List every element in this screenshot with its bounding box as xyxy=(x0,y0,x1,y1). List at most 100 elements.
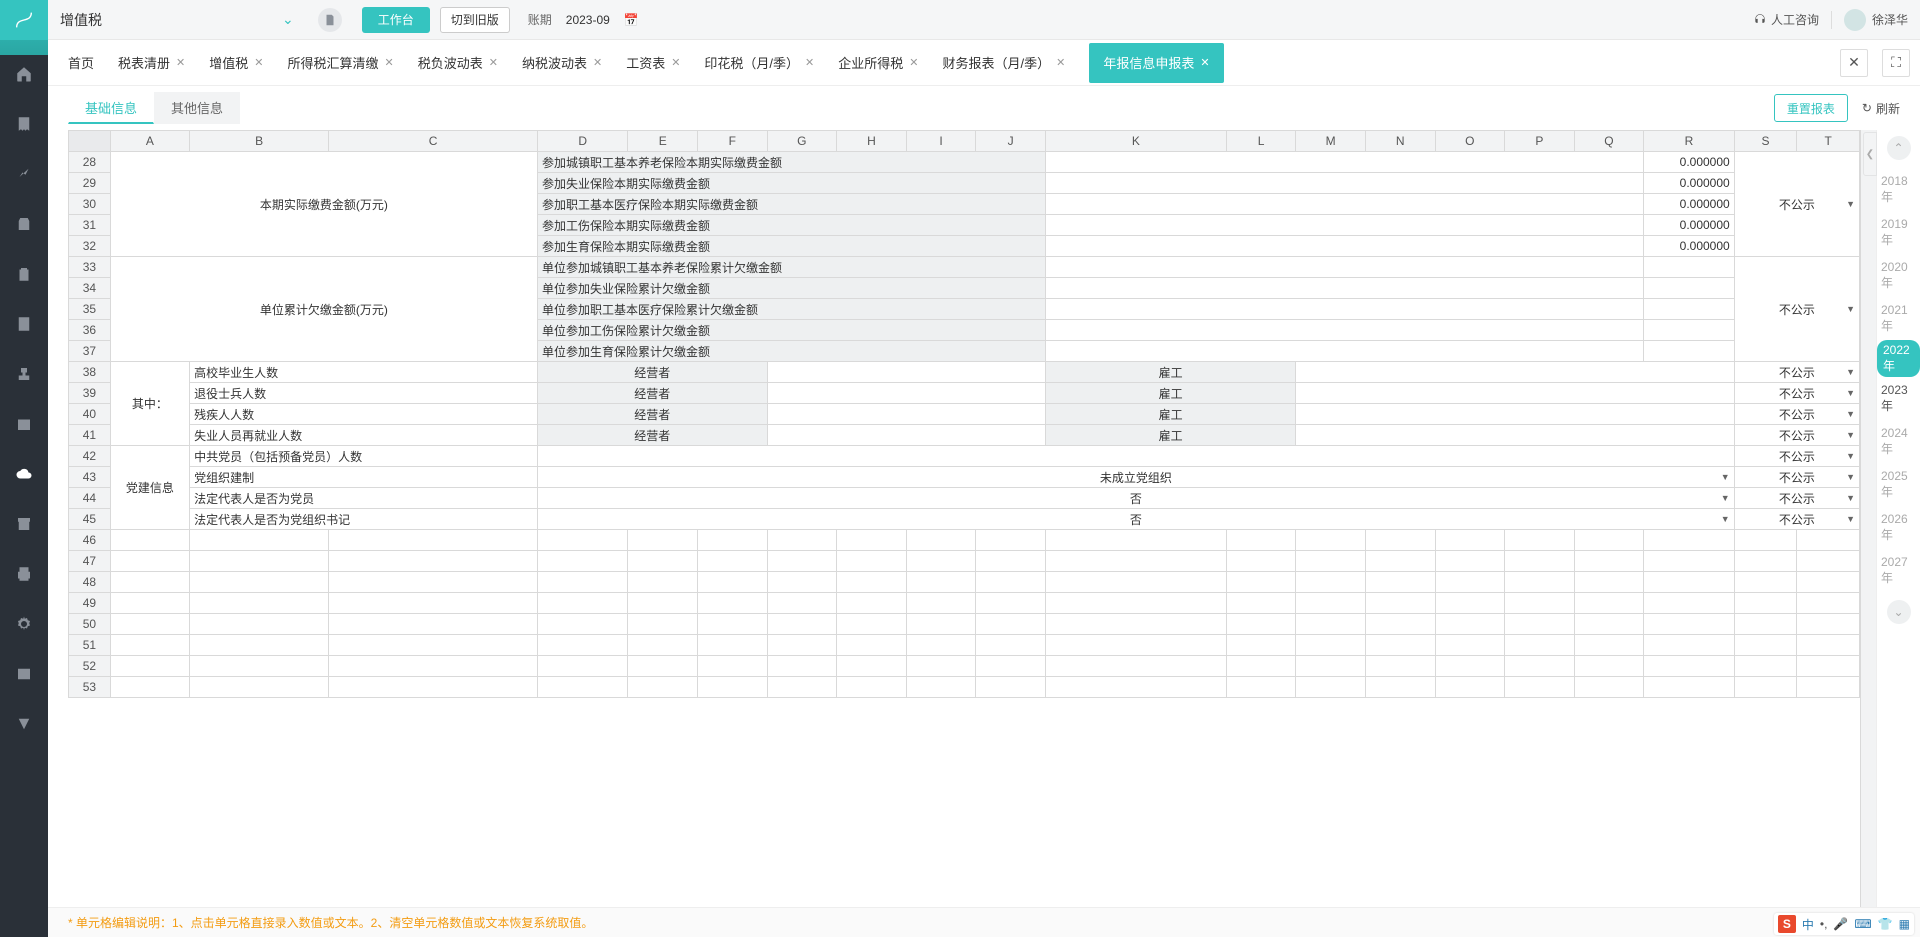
tab-4[interactable]: 税负波动表✕ xyxy=(418,40,498,86)
col-header-D[interactable]: D xyxy=(537,131,627,152)
year-down-icon[interactable]: ⌄ xyxy=(1887,600,1911,624)
col-header-N[interactable]: N xyxy=(1365,131,1435,152)
row-header-28[interactable]: 28 xyxy=(69,152,111,173)
tab-6[interactable]: 工资表✕ xyxy=(626,40,680,86)
tab-close-icon[interactable]: ✕ xyxy=(489,56,498,69)
col-header-I[interactable]: I xyxy=(906,131,976,152)
nav-home-icon[interactable] xyxy=(0,60,48,88)
nav-print-icon[interactable] xyxy=(0,560,48,588)
col-header-M[interactable]: M xyxy=(1296,131,1366,152)
tab-close-icon[interactable]: ✕ xyxy=(593,56,602,69)
ime-bar[interactable]: S 中 •, 🎤 ⌨ 👕 ▦ xyxy=(1774,913,1914,935)
row-header-41[interactable]: 41 xyxy=(69,425,111,446)
period-value[interactable]: 2023-09 xyxy=(566,13,610,27)
nav-cloud-icon[interactable] xyxy=(0,460,48,488)
row-header-45[interactable]: 45 xyxy=(69,509,111,530)
nav-settings-icon[interactable] xyxy=(0,610,48,638)
col-header-T[interactable]: T xyxy=(1797,131,1860,152)
row-header-29[interactable]: 29 xyxy=(69,173,111,194)
row-header-46[interactable]: 46 xyxy=(69,530,111,551)
col-header-O[interactable]: O xyxy=(1435,131,1505,152)
year-2025年[interactable]: 2025年 xyxy=(1877,463,1920,506)
row-header-51[interactable]: 51 xyxy=(69,635,111,656)
expand-icon[interactable]: ⛶ xyxy=(1882,49,1910,77)
tab-9[interactable]: 财务报表（月/季）✕ xyxy=(943,40,1066,86)
row-header-42[interactable]: 42 xyxy=(69,446,111,467)
calendar-icon[interactable]: 📅 xyxy=(624,13,639,27)
row-header-31[interactable]: 31 xyxy=(69,215,111,236)
refresh-button[interactable]: ↻ 刷新 xyxy=(1862,100,1900,117)
row-header-50[interactable]: 50 xyxy=(69,614,111,635)
nav-video-icon[interactable] xyxy=(0,660,48,688)
ime-lang[interactable]: 中 xyxy=(1802,916,1814,933)
row-header-44[interactable]: 44 xyxy=(69,488,111,509)
subtab-basic[interactable]: 基础信息 xyxy=(68,92,154,124)
row-header-40[interactable]: 40 xyxy=(69,404,111,425)
nav-stamp-icon[interactable] xyxy=(0,360,48,388)
col-header-L[interactable]: L xyxy=(1226,131,1296,152)
col-header-R[interactable]: R xyxy=(1644,131,1734,152)
col-header-Q[interactable]: Q xyxy=(1574,131,1644,152)
year-2018年[interactable]: 2018年 xyxy=(1877,168,1920,211)
col-header-B[interactable]: B xyxy=(190,131,329,152)
spreadsheet[interactable]: ABCDEFGHIJKLMNOPQRST 28本期实际缴费金额(万元)参加城镇职… xyxy=(68,130,1860,698)
tab-1[interactable]: 税表清册✕ xyxy=(118,40,185,86)
row-header-30[interactable]: 30 xyxy=(69,194,111,215)
col-header-H[interactable]: H xyxy=(837,131,907,152)
year-up-icon[interactable]: ⌃ xyxy=(1887,136,1911,160)
tab-close-icon[interactable]: ✕ xyxy=(176,56,185,69)
year-2027年[interactable]: 2027年 xyxy=(1877,549,1920,592)
tab-close-icon[interactable]: ✕ xyxy=(1056,56,1065,69)
nav-v-icon[interactable] xyxy=(0,710,48,738)
workbench-button[interactable]: 工作台 xyxy=(362,7,430,33)
tab-close-icon[interactable]: ✕ xyxy=(385,56,394,69)
tab-close-icon[interactable]: ✕ xyxy=(909,56,918,69)
year-2023年[interactable]: 2023年 xyxy=(1877,377,1920,420)
consult-link[interactable]: 人工咨询 xyxy=(1753,11,1819,28)
close-all-tabs-icon[interactable]: ✕ xyxy=(1840,49,1868,77)
col-header-E[interactable]: E xyxy=(628,131,698,152)
row-header-43[interactable]: 43 xyxy=(69,467,111,488)
year-2026年[interactable]: 2026年 xyxy=(1877,506,1920,549)
row-header-35[interactable]: 35 xyxy=(69,299,111,320)
user-menu[interactable]: 徐泽华 xyxy=(1844,9,1908,31)
row-header-37[interactable]: 37 xyxy=(69,341,111,362)
tab-5[interactable]: 纳税波动表✕ xyxy=(522,40,602,86)
year-2021年[interactable]: 2021年 xyxy=(1877,297,1920,340)
row-header-38[interactable]: 38 xyxy=(69,362,111,383)
col-header-J[interactable]: J xyxy=(976,131,1046,152)
nav-calendar-icon[interactable] xyxy=(0,410,48,438)
nav-money-icon[interactable] xyxy=(0,210,48,238)
year-rail-collapse-icon[interactable]: ❮ xyxy=(1863,132,1877,176)
subtab-other[interactable]: 其他信息 xyxy=(154,92,240,124)
nav-invoice-icon[interactable] xyxy=(0,110,48,138)
col-header-A[interactable]: A xyxy=(110,131,189,152)
row-header-33[interactable]: 33 xyxy=(69,257,111,278)
row-header-34[interactable]: 34 xyxy=(69,278,111,299)
row-header-53[interactable]: 53 xyxy=(69,677,111,698)
tab-close-icon[interactable]: ✕ xyxy=(805,56,814,69)
row-header-36[interactable]: 36 xyxy=(69,320,111,341)
row-header-39[interactable]: 39 xyxy=(69,383,111,404)
year-2019年[interactable]: 2019年 xyxy=(1877,211,1920,254)
nopublic-dd[interactable]: 不公示 xyxy=(1734,152,1859,257)
ime-keyboard-icon[interactable]: ⌨ xyxy=(1854,917,1871,931)
tab-close-icon[interactable]: ✕ xyxy=(254,56,263,69)
row-header-49[interactable]: 49 xyxy=(69,593,111,614)
row-header-48[interactable]: 48 xyxy=(69,572,111,593)
tab-3[interactable]: 所得税汇算清缴✕ xyxy=(287,40,393,86)
tab-close-icon[interactable]: ✕ xyxy=(1200,56,1209,69)
ime-skin-icon[interactable]: 👕 xyxy=(1878,917,1893,931)
col-header-K[interactable]: K xyxy=(1045,131,1226,152)
nav-archive-icon[interactable] xyxy=(0,510,48,538)
switch-old-button[interactable]: 切到旧版 xyxy=(440,7,510,33)
row-header-32[interactable]: 32 xyxy=(69,236,111,257)
col-header-C[interactable]: C xyxy=(329,131,538,152)
tab-8[interactable]: 企业所得税✕ xyxy=(838,40,918,86)
row-header-52[interactable]: 52 xyxy=(69,656,111,677)
title-dropdown-icon[interactable]: ⌄ xyxy=(276,11,300,28)
nav-clipboard-icon[interactable] xyxy=(0,260,48,288)
year-2024年[interactable]: 2024年 xyxy=(1877,420,1920,463)
tab-close-icon[interactable]: ✕ xyxy=(671,56,680,69)
row-header-47[interactable]: 47 xyxy=(69,551,111,572)
